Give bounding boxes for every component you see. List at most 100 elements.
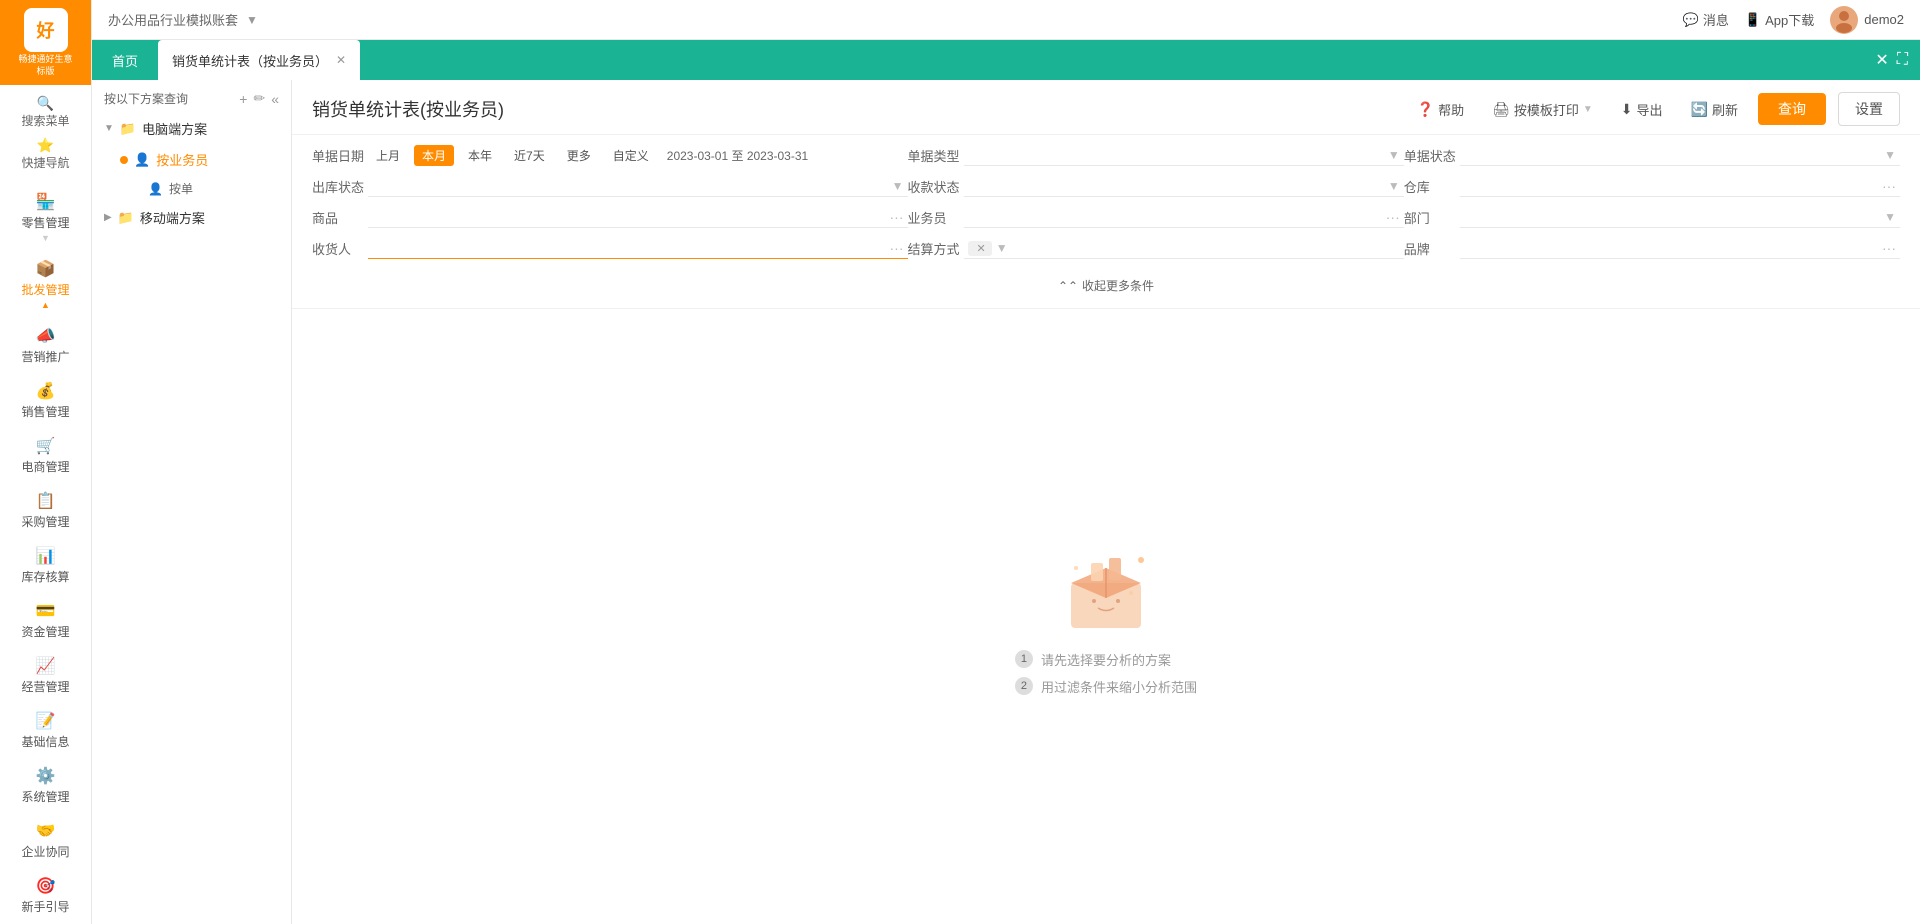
sidebar-item-purchase[interactable]: 📋 采购管理 — [0, 483, 91, 538]
tree-node-desktop[interactable]: ▼ 📁 电脑端方案 — [92, 113, 291, 144]
sidebar-item-marketing[interactable]: 📣 营销推广 — [0, 318, 91, 373]
docstatus-label: 单据状态 — [1404, 146, 1460, 165]
payment-tag-remove[interactable]: ✕ — [977, 242, 986, 255]
export-icon: ⬇ — [1621, 101, 1633, 118]
receiptstatus-label: 收款状态 — [908, 177, 964, 196]
sidebar-item-system[interactable]: ⚙️ 系统管理 — [0, 758, 91, 813]
tab-sales-stat[interactable]: 销货单统计表（按业务员） ✕ — [158, 40, 360, 80]
date-btn-thisyear[interactable]: 本年 — [460, 145, 500, 166]
docstatus-input[interactable] — [1464, 148, 1880, 163]
outstatus-input[interactable] — [372, 179, 888, 194]
scheme-by-staff[interactable]: 👤 按业务员 — [120, 144, 291, 175]
date-btn-7days[interactable]: 近7天 — [506, 145, 553, 166]
sidebar-item-newbie[interactable]: 🎯 新手引导 — [0, 868, 91, 923]
app-dropdown[interactable]: ▼ — [246, 13, 258, 27]
search-menu[interactable]: 🔍 搜索菜单 — [0, 85, 91, 133]
payment-dropdown[interactable]: ▼ — [996, 241, 1008, 255]
scheme-by-order[interactable]: 👤 按单 — [136, 175, 291, 202]
print-btn[interactable]: 🖨 按模板打印 ▼ — [1484, 96, 1601, 123]
warehouse-input[interactable] — [1464, 179, 1878, 194]
empty-illustration — [1046, 538, 1166, 638]
active-indicator — [120, 156, 128, 164]
receiptstatus-input[interactable] — [968, 179, 1384, 194]
print-dropdown[interactable]: ▼ — [1583, 104, 1593, 115]
goods-control: ··· — [368, 207, 908, 228]
goods-dots[interactable]: ··· — [890, 209, 904, 225]
brand-input[interactable] — [1464, 241, 1878, 256]
filter-outstatus: 出库状态 ▼ — [312, 177, 908, 197]
tree-node-mobile[interactable]: ▶ 📁 移动端方案 — [92, 202, 291, 233]
doctype-control: ▼ — [964, 146, 1404, 166]
tree-subchild-desktop: 👤 按单 — [120, 175, 291, 202]
tip-num-1: 1 — [1015, 650, 1033, 668]
scheme-actions: + ✏ « — [239, 90, 279, 107]
staff-control: ··· — [964, 207, 1404, 228]
date-btn-more[interactable]: 更多 — [559, 145, 599, 166]
date-btn-custom[interactable]: 自定义 — [605, 145, 657, 166]
print-icon: 🖨 — [1492, 101, 1510, 118]
header-right: 💬 消息 📱 App下载 demo2 — [1683, 6, 1904, 34]
warehouse-dots[interactable]: ··· — [1882, 178, 1896, 194]
doctype-input[interactable] — [968, 148, 1384, 163]
payment-tag[interactable]: ✕ — [968, 241, 992, 256]
brand-dots[interactable]: ··· — [1882, 240, 1896, 256]
message-icon: 💬 — [1683, 12, 1699, 28]
retail-icon: 🏪 — [36, 192, 56, 212]
outstatus-label: 出库状态 — [312, 177, 368, 196]
receiptstatus-dropdown[interactable]: ▼ — [1388, 179, 1400, 193]
docstatus-dropdown[interactable]: ▼ — [1884, 148, 1896, 162]
scheme-edit-btn[interactable]: ✏ — [253, 90, 265, 107]
refresh-btn[interactable]: 🔄 刷新 — [1683, 96, 1746, 123]
logo-icon: 好 — [24, 8, 68, 52]
tab-expand-action[interactable]: ⛶ — [1897, 51, 1908, 69]
sidebar-item-inventory[interactable]: 📊 库存核算 — [0, 538, 91, 593]
sidebar-item-basic[interactable]: 📝 基础信息 — [0, 703, 91, 758]
settings-button[interactable]: 设置 — [1838, 92, 1900, 126]
outstatus-dropdown[interactable]: ▼ — [892, 179, 904, 193]
scheme-add-btn[interactable]: + — [239, 91, 247, 107]
newbie-icon: 🎯 — [36, 876, 56, 896]
sidebar-item-ecommerce[interactable]: 🛒 电商管理 — [0, 428, 91, 483]
empty-tips: 1 请先选择要分析的方案 2 用过滤条件来缩小分析范围 — [1015, 650, 1197, 696]
date-btn-thismonth[interactable]: 本月 — [414, 145, 454, 166]
consignee-input[interactable] — [372, 241, 886, 256]
sidebar-item-wholesale[interactable]: 📦 批发管理 ▲ — [0, 251, 91, 318]
avatar — [1830, 6, 1858, 34]
date-btn-lastmonth[interactable]: 上月 — [368, 145, 408, 166]
collapse-btn[interactable]: ⌃⌃ 收起更多条件 — [1058, 277, 1154, 294]
user-avatar-btn[interactable]: demo2 — [1830, 6, 1904, 34]
filter-dept: 部门 ▼ — [1404, 208, 1900, 228]
doctype-label: 单据类型 — [908, 146, 964, 165]
dept-input[interactable] — [1464, 210, 1880, 225]
empty-state: 1 请先选择要分析的方案 2 用过滤条件来缩小分析范围 — [1015, 538, 1197, 696]
consignee-dots[interactable]: ··· — [890, 240, 904, 256]
sidebar-item-operation[interactable]: 📈 经营管理 — [0, 648, 91, 703]
main-area: 办公用品行业模拟账套 ▼ 💬 消息 📱 App下载 demo2 首页 — [92, 0, 1920, 924]
app-download-btn[interactable]: 📱 App下载 — [1745, 10, 1814, 29]
staff-dots[interactable]: ··· — [1386, 209, 1400, 225]
export-btn[interactable]: ⬇ 导出 — [1613, 96, 1671, 123]
tab-bar: 首页 销货单统计表（按业务员） ✕ ✕ ⛶ — [92, 40, 1920, 80]
goods-input[interactable] — [372, 210, 886, 225]
report-area: 销货单统计表(按业务员) ❓ 帮助 🖨 按模板打印 ▼ ⬇ 导出 — [292, 80, 1920, 924]
sidebar-item-finance[interactable]: 💳 资金管理 — [0, 593, 91, 648]
tip-item-1: 1 请先选择要分析的方案 — [1015, 650, 1197, 669]
help-btn[interactable]: ❓ 帮助 — [1409, 96, 1472, 123]
staff-input[interactable] — [968, 210, 1382, 225]
sidebar-item-enterprise[interactable]: 🤝 企业协同 — [0, 813, 91, 868]
download-icon: 📱 — [1745, 12, 1761, 28]
dept-dropdown[interactable]: ▼ — [1884, 210, 1896, 224]
payment-control: ✕ ▼ — [964, 239, 1404, 259]
message-btn[interactable]: 💬 消息 — [1683, 10, 1729, 29]
sidebar-item-sales[interactable]: 💰 销售管理 — [0, 373, 91, 428]
tab-close-btn[interactable]: ✕ — [336, 53, 346, 67]
scheme-collapse-btn[interactable]: « — [271, 91, 279, 107]
tab-close-action[interactable]: ✕ — [1875, 50, 1888, 70]
collapse-icon: ⌃⌃ — [1058, 279, 1078, 293]
date-range-display: 2023-03-01 至 2023-03-31 — [667, 147, 808, 164]
doctype-dropdown[interactable]: ▼ — [1388, 148, 1400, 162]
shortcut-nav[interactable]: ⭐ 快捷导航 — [0, 133, 91, 175]
tab-home[interactable]: 首页 — [92, 40, 158, 80]
sidebar-item-retail[interactable]: 🏪 零售管理 ▼ — [0, 184, 91, 251]
query-button[interactable]: 查询 — [1758, 93, 1826, 125]
